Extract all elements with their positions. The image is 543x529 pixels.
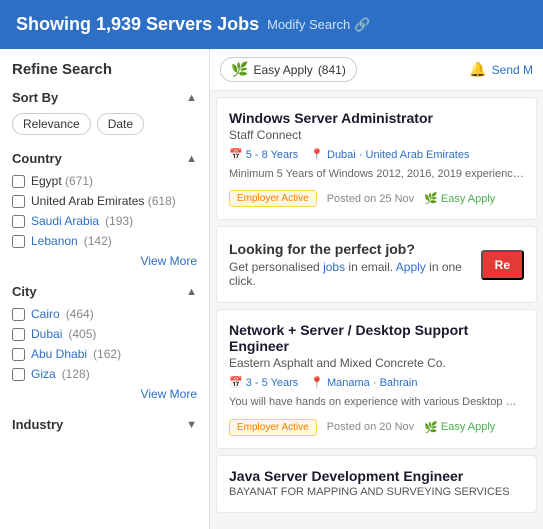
promo-jobs-link[interactable]: jobs <box>323 260 345 274</box>
sort-buttons: Relevance Date <box>12 113 197 135</box>
country-header: Country ▲ <box>12 151 197 166</box>
city-checkbox-abudhabi[interactable] <box>12 348 25 361</box>
content-area: 🌿 Easy Apply (841) 🔔 Send M Windows Serv… <box>210 49 543 529</box>
country-item-saudi[interactable]: Saudi Arabia (193) <box>12 214 197 228</box>
notify-button[interactable]: 🔔 Send M <box>469 61 533 78</box>
sort-relevance-button[interactable]: Relevance <box>12 113 91 135</box>
city-item-dubai[interactable]: Dubai (405) <box>12 327 197 341</box>
city-item-abudhabi[interactable]: Abu Dhabi (162) <box>12 347 197 361</box>
page-header: Showing 1,939 Servers Jobs Modify Search… <box>0 0 543 49</box>
sidebar-title: Refine Search <box>12 61 197 78</box>
country-view-more[interactable]: View More <box>12 254 197 268</box>
sort-by-label: Sort By <box>12 90 58 105</box>
job-title-1[interactable]: Windows Server Administrator <box>229 110 524 126</box>
promo-line1: Looking for the perfect job? <box>229 241 481 257</box>
sidebar: Refine Search Sort By ▲ Relevance Date C… <box>0 49 210 529</box>
sort-by-section: Sort By ▲ Relevance Date <box>12 90 197 135</box>
easy-apply-link-1[interactable]: 🌿 Easy Apply <box>424 192 495 205</box>
job-company-2: Eastern Asphalt and Mixed Concrete Co. <box>229 356 524 370</box>
page-title: Showing 1,939 Servers Jobs <box>16 14 259 35</box>
country-item-lebanon[interactable]: Lebanon (142) <box>12 234 197 248</box>
city-chevron-icon: ▲ <box>186 286 197 298</box>
briefcase-icon: 📅 <box>229 148 243 161</box>
job-card-1: Windows Server Administrator Staff Conne… <box>216 97 537 220</box>
job-company-1: Staff Connect <box>229 128 524 142</box>
job-card-2: Network + Server / Desktop Support Engin… <box>216 309 537 448</box>
leaf-icon-job2: 🌿 <box>424 421 438 434</box>
industry-label: Industry <box>12 417 63 432</box>
job-footer-2: Employer Active Posted on 20 Nov 🌿 Easy … <box>229 419 524 436</box>
city-header: City ▲ <box>12 284 197 299</box>
job-meta-2: 📅3 - 5 Years 📍Manama · Bahrain <box>229 376 524 389</box>
industry-chevron-icon: ▼ <box>186 419 197 431</box>
link-icon: 🔗 <box>354 17 370 33</box>
promo-card: Looking for the perfect job? Get persona… <box>216 226 537 303</box>
briefcase-icon-2: 📅 <box>229 376 243 389</box>
country-checkbox-lebanon[interactable] <box>12 235 25 248</box>
easy-apply-filter-count: (841) <box>318 63 346 77</box>
bell-icon: 🔔 <box>469 61 486 78</box>
leaf-icon: 🌿 <box>231 61 248 78</box>
easy-apply-link-2[interactable]: 🌿 Easy Apply <box>424 421 495 434</box>
modify-search-link[interactable]: Modify Search 🔗 <box>267 17 370 33</box>
country-checkbox-egypt[interactable] <box>12 175 25 188</box>
city-label: City <box>12 284 37 299</box>
job-title-2[interactable]: Network + Server / Desktop Support Engin… <box>229 322 524 354</box>
country-checkbox-saudi[interactable] <box>12 215 25 228</box>
easy-apply-filter[interactable]: 🌿 Easy Apply (841) <box>220 57 357 82</box>
posted-date-2: Posted on 20 Nov <box>327 421 414 433</box>
job-card-3: Java Server Development Engineer BAYANAT… <box>216 455 537 513</box>
city-section: City ▲ Cairo (464) Dubai (405) Abu Dhabi… <box>12 284 197 401</box>
posted-date-1: Posted on 25 Nov <box>327 193 414 205</box>
city-item-giza[interactable]: Giza (128) <box>12 367 197 381</box>
job-footer-1: Employer Active Posted on 25 Nov 🌿 Easy … <box>229 190 524 207</box>
country-section: Country ▲ Egypt (671) United Arab Emirat… <box>12 151 197 268</box>
country-label: Country <box>12 151 62 166</box>
country-item-uae[interactable]: United Arab Emirates (618) <box>12 194 197 208</box>
easy-apply-filter-label: Easy Apply <box>253 63 312 77</box>
promo-text: Looking for the perfect job? Get persona… <box>229 241 481 288</box>
leaf-icon-job1: 🌿 <box>424 192 438 205</box>
job-desc-2: You will have hands on experience with v… <box>229 395 524 410</box>
employer-badge-2: Employer Active <box>229 419 317 436</box>
location-icon: 📍 <box>310 148 324 161</box>
country-checkbox-uae[interactable] <box>12 195 25 208</box>
sort-by-chevron-icon: ▲ <box>186 92 197 104</box>
promo-register-button[interactable]: Re <box>481 250 524 280</box>
city-view-more[interactable]: View More <box>12 387 197 401</box>
country-item-egypt[interactable]: Egypt (671) <box>12 174 197 188</box>
city-checkbox-cairo[interactable] <box>12 308 25 321</box>
job-title-3[interactable]: Java Server Development Engineer <box>229 468 524 484</box>
promo-apply-link[interactable]: Apply <box>396 260 426 274</box>
job-company-3: BAYANAT FOR MAPPING AND SURVEYING SERVIC… <box>229 486 524 498</box>
industry-header[interactable]: Industry ▼ <box>12 417 197 432</box>
filter-bar: 🌿 Easy Apply (841) 🔔 Send M <box>210 49 543 91</box>
notify-label: Send M <box>492 63 533 77</box>
industry-section: Industry ▼ <box>12 417 197 432</box>
sort-by-header: Sort By ▲ <box>12 90 197 105</box>
job-meta-1: 📅5 - 8 Years 📍Dubai · United Arab Emirat… <box>229 148 524 161</box>
city-checkbox-giza[interactable] <box>12 368 25 381</box>
main-layout: Refine Search Sort By ▲ Relevance Date C… <box>0 49 543 529</box>
city-checkbox-dubai[interactable] <box>12 328 25 341</box>
employer-badge-1: Employer Active <box>229 190 317 207</box>
job-desc-1: Minimum 5 Years of Windows 2012, 2016, 2… <box>229 167 524 182</box>
sort-date-button[interactable]: Date <box>97 113 144 135</box>
modify-search-label: Modify Search <box>267 17 350 32</box>
country-chevron-icon: ▲ <box>186 153 197 165</box>
location-icon-2: 📍 <box>310 376 324 389</box>
promo-line2: Get personalised jobs in email. Apply in… <box>229 260 481 288</box>
city-item-cairo[interactable]: Cairo (464) <box>12 307 197 321</box>
